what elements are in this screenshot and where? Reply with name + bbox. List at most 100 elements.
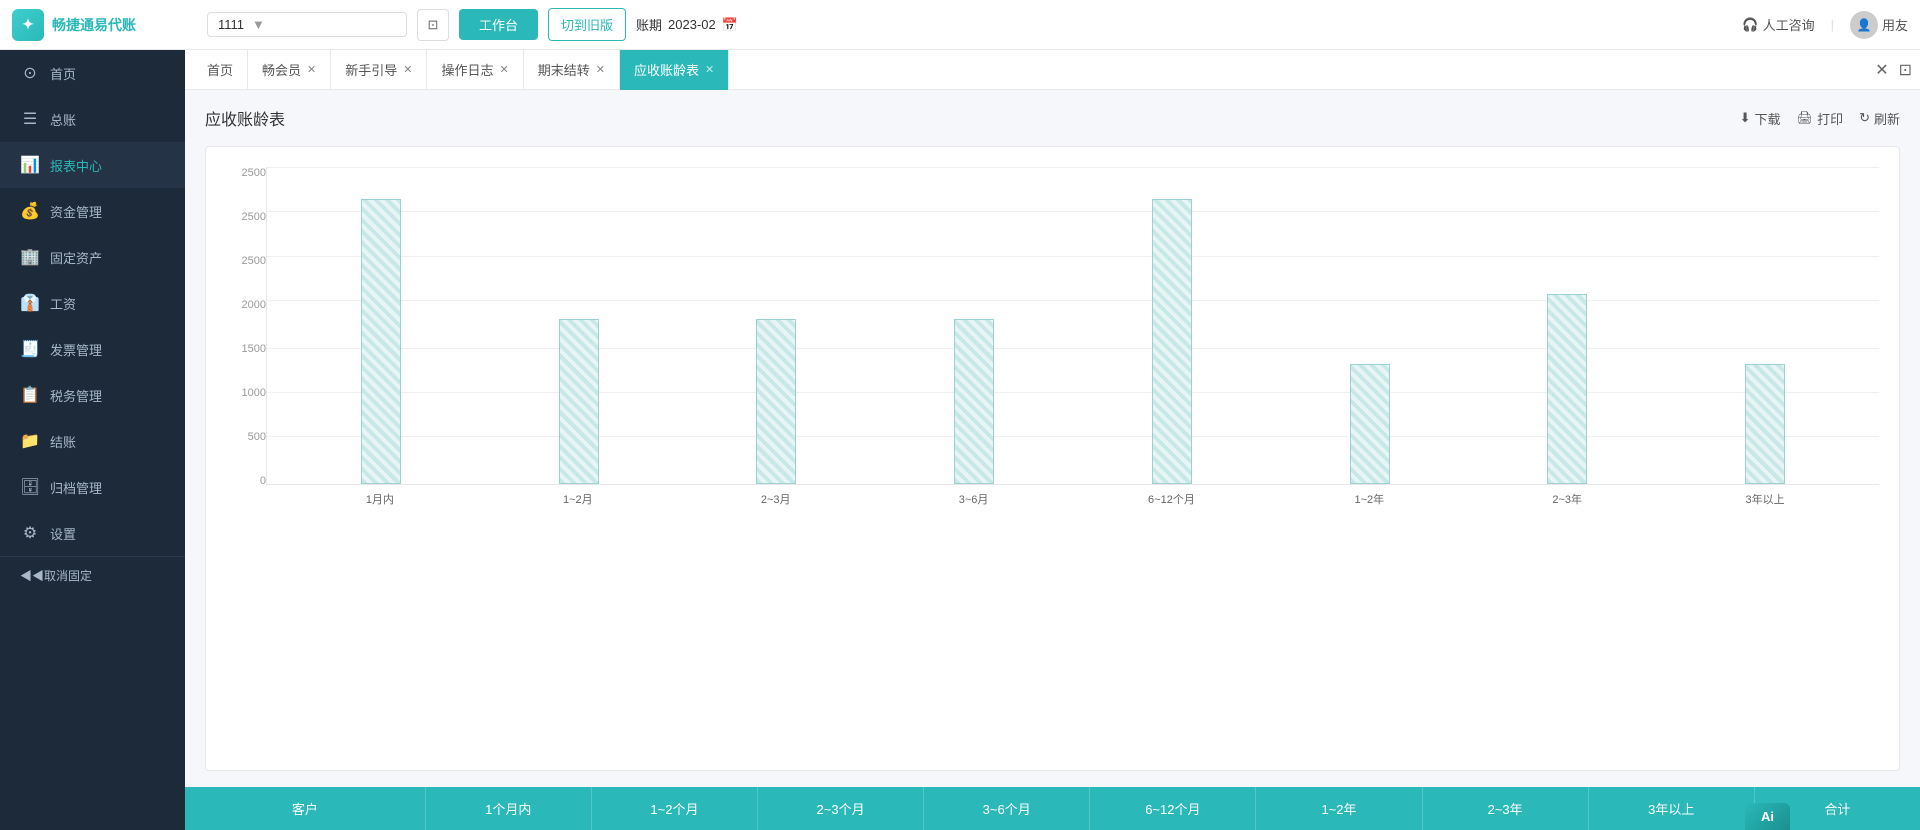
refresh-icon: ↻ bbox=[1859, 110, 1870, 126]
tab-period[interactable]: 期末结转 ✕ bbox=[524, 50, 620, 90]
th-2-3year: 2~3年 bbox=[1423, 787, 1589, 830]
tab-member[interactable]: 畅会员 ✕ bbox=[248, 50, 331, 90]
tab-member-close[interactable]: ✕ bbox=[307, 63, 316, 76]
y-label-2500a: 2500 bbox=[226, 167, 266, 179]
tab-home[interactable]: 首页 bbox=[193, 50, 248, 90]
calendar-icon[interactable]: 📅 bbox=[722, 17, 738, 33]
consultant-button[interactable]: 🎧 人工咨询 bbox=[1742, 15, 1814, 34]
sidebar-label-tax: 税务管理 bbox=[50, 386, 102, 405]
th-6-12month: 6~12个月 bbox=[1090, 787, 1256, 830]
tab-log-close[interactable]: ✕ bbox=[500, 63, 509, 76]
reports-icon: 📊 bbox=[20, 155, 40, 175]
chart-y-axis: 2500 2500 2500 2000 1500 1000 500 0 bbox=[226, 167, 266, 507]
page-title: 应收账龄表 bbox=[205, 106, 285, 130]
chart-area: 2500 2500 2500 2000 1500 1000 500 0 bbox=[226, 167, 1879, 507]
tab-home-label: 首页 bbox=[207, 60, 233, 79]
salary-icon: 👔 bbox=[20, 293, 40, 313]
copy-button[interactable]: ⊡ bbox=[417, 9, 449, 41]
refresh-label: 刷新 bbox=[1874, 109, 1900, 128]
th-1month: 1个月内 bbox=[426, 787, 592, 830]
tax-icon: 📋 bbox=[20, 385, 40, 405]
tabs-bar: 首页 畅会员 ✕ 新手引导 ✕ 操作日志 ✕ 期末结转 ✕ 应收账龄表 ✕ bbox=[185, 50, 1920, 90]
sidebar-item-salary[interactable]: 👔 工资 bbox=[0, 280, 185, 326]
page-actions: ⬇ 下载 🖨 打印 ↻ 刷新 bbox=[1740, 109, 1900, 128]
chart-container: 2500 2500 2500 2000 1500 1000 500 0 bbox=[205, 146, 1900, 771]
bar-group-8 bbox=[1671, 167, 1859, 484]
th-1-2year: 1~2年 bbox=[1256, 787, 1422, 830]
x-label-1: 1月内 bbox=[286, 491, 474, 507]
download-icon: ⬇ bbox=[1740, 110, 1751, 126]
sidebar-item-ledger[interactable]: ☰ 总账 bbox=[0, 96, 185, 142]
x-label-4: 3~6月 bbox=[880, 491, 1068, 507]
sidebar-item-tax[interactable]: 📋 税务管理 bbox=[0, 372, 185, 418]
tab-guide-close[interactable]: ✕ bbox=[403, 63, 412, 76]
tab-aging[interactable]: 应收账龄表 ✕ bbox=[620, 50, 729, 90]
tab-guide-label: 新手引导 bbox=[345, 60, 397, 79]
tab-period-close[interactable]: ✕ bbox=[596, 63, 605, 76]
user-label: 用友 bbox=[1882, 15, 1908, 34]
th-3-6month: 3~6个月 bbox=[924, 787, 1090, 830]
y-label-2000: 2000 bbox=[226, 299, 266, 311]
sidebar-item-assets[interactable]: 🏢 固定资产 bbox=[0, 234, 185, 280]
y-label-2500b: 2500 bbox=[226, 211, 266, 223]
tab-log-label: 操作日志 bbox=[441, 60, 493, 79]
company-select[interactable]: 1111 ▼ bbox=[207, 12, 407, 37]
logo-area: ✦ 畅捷通易代账 bbox=[12, 9, 197, 41]
page-content: 应收账龄表 ⬇ 下载 🖨 打印 ↻ 刷新 bbox=[185, 90, 1920, 787]
tab-log[interactable]: 操作日志 ✕ bbox=[427, 50, 523, 90]
th-2-3month: 2~3个月 bbox=[758, 787, 924, 830]
sidebar-item-settings[interactable]: ⚙ 设置 bbox=[0, 510, 185, 556]
company-name: 1111 bbox=[218, 17, 244, 32]
user-button[interactable]: 👤 用友 bbox=[1850, 11, 1908, 39]
sidebar-item-reports[interactable]: 📊 报表中心 bbox=[0, 142, 185, 188]
tab-member-label: 畅会员 bbox=[262, 60, 301, 79]
cancel-pin-label: ◀◀取消固定 bbox=[20, 567, 92, 584]
chart-x-labels: 1月内 1~2月 2~3月 3~6月 6~12个月 1~2年 2~3年 3年以上 bbox=[266, 485, 1879, 507]
settings-icon: ⚙ bbox=[20, 523, 40, 543]
sidebar-item-closing[interactable]: 📁 结账 bbox=[0, 418, 185, 464]
sidebar-label-salary: 工资 bbox=[50, 294, 76, 313]
x-label-7: 2~3年 bbox=[1473, 491, 1661, 507]
cancel-pin-button[interactable]: ◀◀取消固定 bbox=[0, 556, 185, 594]
sidebar-item-invoice[interactable]: 🧾 发票管理 bbox=[0, 326, 185, 372]
sidebar-item-funds[interactable]: 💰 资金管理 bbox=[0, 188, 185, 234]
consultant-label: 人工咨询 bbox=[1763, 15, 1815, 34]
sidebar-label-invoice: 发票管理 bbox=[50, 340, 102, 359]
period-label: 账期 bbox=[636, 15, 662, 34]
bar-1 bbox=[361, 199, 401, 484]
sidebar-label-closing: 结账 bbox=[50, 432, 76, 451]
bars-row bbox=[267, 167, 1879, 484]
table-header: 客户 1个月内 1~2个月 2~3个月 3~6个月 6~12个月 1~2年 2~… bbox=[185, 787, 1920, 830]
bar-2 bbox=[559, 319, 599, 484]
th-customer: 客户 bbox=[185, 787, 426, 830]
sidebar-item-home[interactable]: ⊙ 首页 bbox=[0, 50, 185, 96]
tab-guide[interactable]: 新手引导 ✕ bbox=[331, 50, 427, 90]
expand-button[interactable]: ⊡ bbox=[1899, 60, 1912, 80]
sidebar-label-ledger: 总账 bbox=[50, 110, 76, 129]
sidebar-label-archive: 归档管理 bbox=[50, 478, 102, 497]
bar-5 bbox=[1152, 199, 1192, 484]
tab-aging-close[interactable]: ✕ bbox=[705, 63, 714, 76]
bar-8 bbox=[1745, 364, 1785, 484]
refresh-button[interactable]: ↻ 刷新 bbox=[1859, 109, 1900, 128]
bar-group-3 bbox=[683, 167, 871, 484]
home-icon: ⊙ bbox=[20, 63, 40, 83]
company-dropdown-arrow: ▼ bbox=[252, 17, 265, 32]
download-button[interactable]: ⬇ 下载 bbox=[1740, 109, 1781, 128]
bar-group-1 bbox=[287, 167, 475, 484]
bar-6 bbox=[1350, 364, 1390, 484]
print-button[interactable]: 🖨 打印 bbox=[1797, 109, 1844, 128]
sidebar-label-home: 首页 bbox=[50, 64, 76, 83]
ai-badge[interactable]: Ai bbox=[1745, 803, 1790, 830]
closing-icon: 📁 bbox=[20, 431, 40, 451]
close-all-tabs-button[interactable]: ✕ bbox=[1875, 60, 1888, 80]
archive-icon: 🗄 bbox=[20, 477, 40, 497]
workbench-button[interactable]: 工作台 bbox=[459, 9, 538, 40]
user-avatar: 👤 bbox=[1850, 11, 1878, 39]
th-3year-plus: 3年以上 bbox=[1589, 787, 1755, 830]
chart-grid bbox=[266, 167, 1879, 485]
y-label-500: 500 bbox=[226, 431, 266, 443]
sidebar-label-assets: 固定资产 bbox=[50, 248, 102, 267]
sidebar-item-archive[interactable]: 🗄 归档管理 bbox=[0, 464, 185, 510]
switch-version-button[interactable]: 切到旧版 bbox=[548, 8, 626, 41]
